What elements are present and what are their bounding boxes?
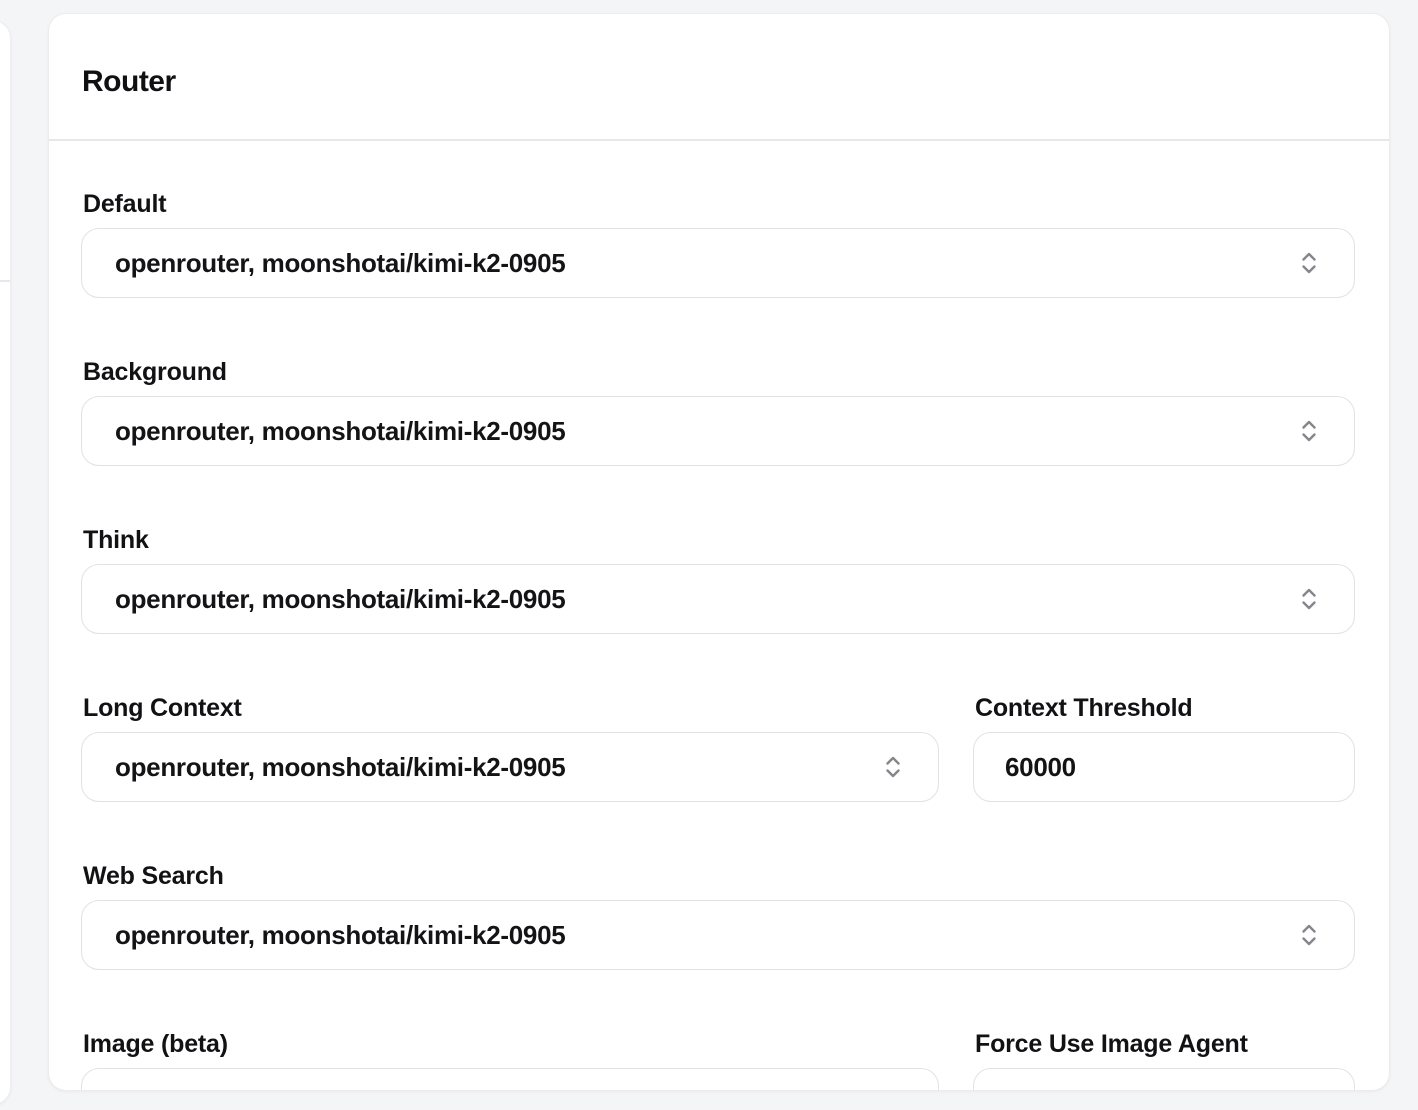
- chevron-up-down-icon: [884, 754, 902, 780]
- card-header: Router: [49, 14, 1389, 141]
- settings-page: Router Default openrouter, moonshotai/ki…: [0, 0, 1418, 1110]
- chevron-up-down-icon: [1300, 922, 1318, 948]
- chevron-up-down-icon: [1300, 418, 1318, 444]
- think-model-select-value: openrouter, moonshotai/kimi-k2-0905: [115, 583, 566, 614]
- web-search-model-select-value: openrouter, moonshotai/kimi-k2-0905: [115, 919, 566, 950]
- field-context-threshold: Context Threshold: [973, 693, 1355, 802]
- field-long-context: Long Context openrouter, moonshotai/kimi…: [81, 693, 939, 802]
- image-model-select[interactable]: [81, 1068, 939, 1091]
- long-context-label: Long Context: [83, 694, 242, 722]
- field-web-search: Web Search openrouter, moonshotai/kimi-k…: [81, 861, 1355, 970]
- chevron-up-down-icon: [884, 1090, 902, 1091]
- row-long-context: Long Context openrouter, moonshotai/kimi…: [81, 693, 1355, 802]
- background-label: Background: [83, 358, 227, 386]
- field-force-use-image-agent: Force Use Image Agent: [973, 1029, 1355, 1090]
- field-image: Image (beta): [81, 1029, 939, 1091]
- field-default: Default openrouter, moonshotai/kimi-k2-0…: [81, 189, 1355, 298]
- field-background: Background openrouter, moonshotai/kimi-k…: [81, 357, 1355, 466]
- web-search-label: Web Search: [83, 862, 224, 890]
- chevron-up-down-icon: [1300, 250, 1318, 276]
- long-context-model-select-value: openrouter, moonshotai/kimi-k2-0905: [115, 751, 566, 782]
- default-model-select[interactable]: openrouter, moonshotai/kimi-k2-0905: [81, 228, 1355, 298]
- image-label: Image (beta): [83, 1030, 228, 1058]
- background-model-select-value: openrouter, moonshotai/kimi-k2-0905: [115, 415, 566, 446]
- context-threshold-label: Context Threshold: [975, 694, 1193, 722]
- left-partial-card: [0, 20, 11, 1105]
- page-title: Router: [82, 64, 176, 98]
- think-label: Think: [83, 526, 149, 554]
- default-model-select-value: openrouter, moonshotai/kimi-k2-0905: [115, 247, 566, 278]
- left-partial-card-divider: [0, 280, 10, 282]
- background-model-select[interactable]: openrouter, moonshotai/kimi-k2-0905: [81, 396, 1355, 466]
- force-use-image-agent-label: Force Use Image Agent: [975, 1030, 1248, 1058]
- web-search-model-select[interactable]: openrouter, moonshotai/kimi-k2-0905: [81, 900, 1355, 970]
- row-image: Image (beta) Force Use Image Agent: [81, 1029, 1355, 1091]
- default-label: Default: [83, 190, 167, 218]
- field-think: Think openrouter, moonshotai/kimi-k2-090…: [81, 525, 1355, 634]
- router-settings-card: Router Default openrouter, moonshotai/ki…: [48, 13, 1390, 1091]
- long-context-model-select[interactable]: openrouter, moonshotai/kimi-k2-0905: [81, 732, 939, 802]
- chevron-up-down-icon: [1300, 586, 1318, 612]
- think-model-select[interactable]: openrouter, moonshotai/kimi-k2-0905: [81, 564, 1355, 634]
- force-use-image-agent-input[interactable]: [973, 1068, 1355, 1090]
- context-threshold-input[interactable]: [973, 732, 1355, 802]
- card-body: Default openrouter, moonshotai/kimi-k2-0…: [49, 141, 1389, 1091]
